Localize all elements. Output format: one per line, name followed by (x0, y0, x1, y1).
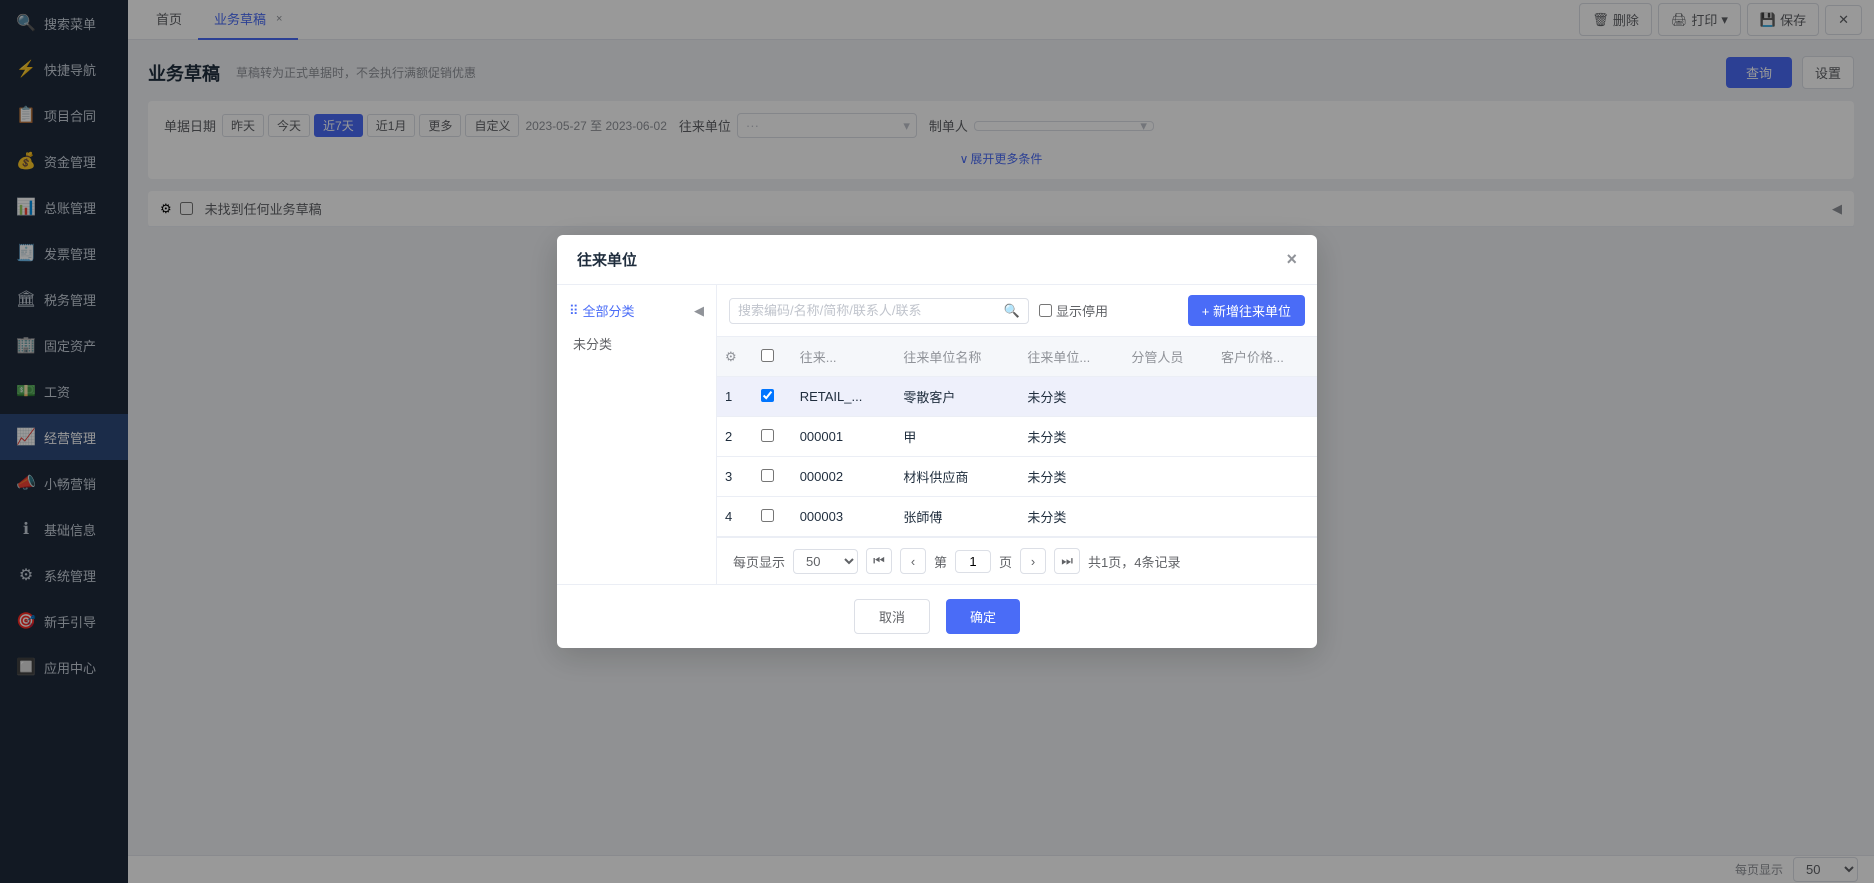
col-manager: 分管人员 (1123, 337, 1213, 377)
row-manager (1123, 457, 1213, 497)
data-table: ⚙ 往来... 往来单位名称 往来单位... 分管人员 客户价格... (717, 337, 1317, 537)
col-price: 客户价格... (1213, 337, 1317, 377)
left-panel: ⠿ 全部分类 ◀ 未分类 (557, 285, 717, 584)
search-box: 🔍 (729, 298, 1029, 324)
row-code: 000001 (792, 417, 896, 457)
row-select-checkbox[interactable] (761, 429, 774, 442)
col-category: 往来单位... (1019, 337, 1123, 377)
col-checkbox (753, 337, 791, 377)
gear-icon[interactable]: ⚙ (725, 349, 737, 364)
row-manager (1123, 377, 1213, 417)
row-price (1213, 377, 1317, 417)
row-category: 未分类 (1019, 377, 1123, 417)
row-category: 未分类 (1019, 497, 1123, 537)
row-manager (1123, 417, 1213, 457)
row-name: 张師傅 (895, 497, 1019, 537)
show-disabled-label: 显示停用 (1056, 301, 1108, 320)
row-manager (1123, 497, 1213, 537)
row-category: 未分类 (1019, 457, 1123, 497)
row-name: 零散客户 (895, 377, 1019, 417)
cancel-button[interactable]: 取消 (854, 599, 930, 634)
col-settings: ⚙ (717, 337, 753, 377)
col-code: 往来... (792, 337, 896, 377)
per-page-select[interactable]: 50 (793, 549, 858, 574)
per-page-label: 每页显示 (733, 552, 785, 571)
col-name: 往来单位名称 (895, 337, 1019, 377)
pagination: 每页显示 50 ⏮ ‹ 第 页 › ⏭ 共1页，4条记录 (717, 537, 1317, 584)
collapse-icon[interactable]: ◀ (694, 303, 704, 319)
row-num: 1 (717, 377, 753, 417)
table-row[interactable]: 4 000003 张師傅 未分类 (717, 497, 1317, 537)
row-name: 材料供应商 (895, 457, 1019, 497)
row-price (1213, 497, 1317, 537)
overlay: 往来单位 × ⠿ 全部分类 ◀ 未分类 (0, 0, 1874, 883)
show-disabled: 显示停用 (1039, 301, 1108, 320)
total-label: 共1页，4条记录 (1088, 552, 1180, 571)
page-unit: 页 (999, 552, 1012, 571)
row-price (1213, 457, 1317, 497)
row-checkbox (753, 497, 791, 537)
dialog-header: 往来单位 × (557, 235, 1317, 285)
table-row[interactable]: 3 000002 材料供应商 未分类 (717, 457, 1317, 497)
show-disabled-checkbox[interactable] (1039, 304, 1052, 317)
row-code: 000002 (792, 457, 896, 497)
next-page-button[interactable]: › (1020, 548, 1046, 574)
row-select-checkbox[interactable] (761, 389, 774, 402)
row-checkbox (753, 417, 791, 457)
row-num: 2 (717, 417, 753, 457)
select-all-table-checkbox[interactable] (761, 349, 774, 362)
page-label: 第 (934, 552, 947, 571)
page-input[interactable] (955, 550, 991, 573)
row-num: 4 (717, 497, 753, 537)
right-toolbar: 🔍 显示停用 + 新增往来单位 (717, 285, 1317, 337)
search-icon: 🔍 (1004, 303, 1020, 319)
left-panel-header[interactable]: ⠿ 全部分类 ◀ (557, 295, 716, 326)
row-select-checkbox[interactable] (761, 469, 774, 482)
last-page-button[interactable]: ⏭ (1054, 548, 1080, 574)
dialog-title: 往来单位 (577, 249, 637, 270)
grid-icon: ⠿ (569, 303, 579, 319)
row-category: 未分类 (1019, 417, 1123, 457)
prev-page-button[interactable]: ‹ (900, 548, 926, 574)
table-row[interactable]: 1 RETAIL_... 零散客户 未分类 (717, 377, 1317, 417)
row-select-checkbox[interactable] (761, 509, 774, 522)
all-categories-label: 全部分类 (583, 301, 635, 320)
row-checkbox (753, 457, 791, 497)
left-panel-item-uncategorized[interactable]: 未分类 (557, 326, 716, 361)
dialog-footer: 取消 确定 (557, 584, 1317, 648)
right-panel: 🔍 显示停用 + 新增往来单位 ⚙ (717, 285, 1317, 584)
row-price (1213, 417, 1317, 457)
row-checkbox (753, 377, 791, 417)
table-row[interactable]: 2 000001 甲 未分类 (717, 417, 1317, 457)
row-code: 000003 (792, 497, 896, 537)
table-header-row: ⚙ 往来... 往来单位名称 往来单位... 分管人员 客户价格... (717, 337, 1317, 377)
row-name: 甲 (895, 417, 1019, 457)
first-page-button[interactable]: ⏮ (866, 548, 892, 574)
row-code: RETAIL_... (792, 377, 896, 417)
dialog-body: ⠿ 全部分类 ◀ 未分类 🔍 显示停用 (557, 285, 1317, 584)
confirm-button[interactable]: 确定 (946, 599, 1020, 634)
add-partner-button[interactable]: + 新增往来单位 (1188, 295, 1305, 326)
dialog-close-button[interactable]: × (1286, 249, 1297, 270)
partner-dialog: 往来单位 × ⠿ 全部分类 ◀ 未分类 (557, 235, 1317, 648)
search-input[interactable] (738, 303, 998, 318)
row-num: 3 (717, 457, 753, 497)
